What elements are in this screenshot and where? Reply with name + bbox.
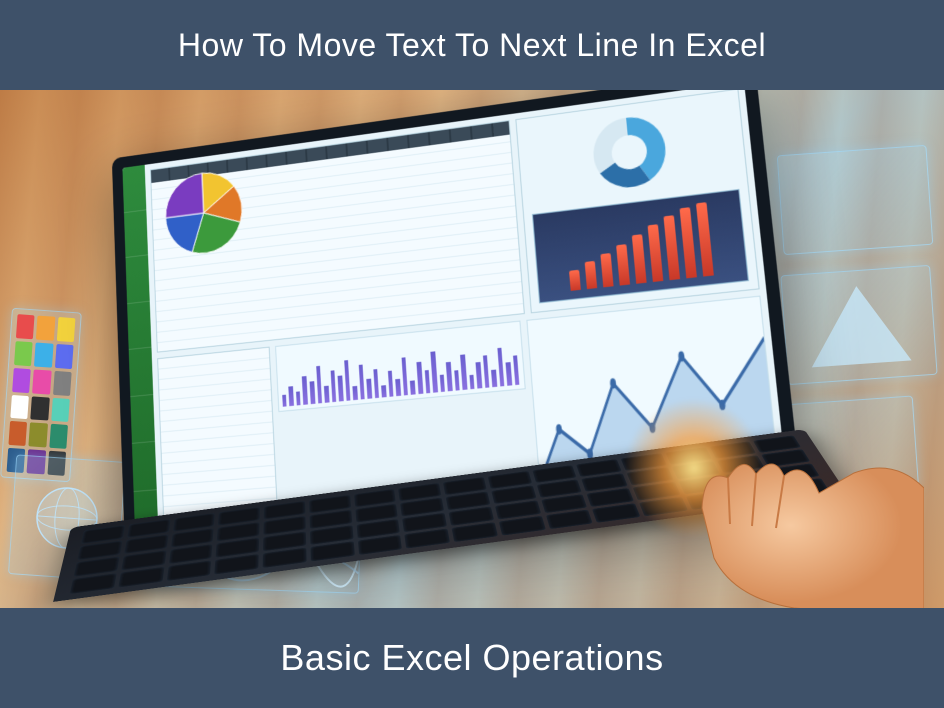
hero-illustration	[0, 90, 944, 608]
footer-bar: Basic Excel Operations	[0, 608, 944, 708]
chart-panel-right	[515, 90, 759, 313]
title-bar: How To Move Text To Next Line In Excel	[0, 0, 944, 90]
footer-title: Basic Excel Operations	[280, 637, 663, 679]
pie-chart	[160, 163, 249, 263]
spreadsheet-grid-top	[150, 120, 525, 353]
holo-panel-grid	[777, 145, 934, 255]
donut-chart	[525, 99, 738, 205]
holo-panel-triangle	[780, 265, 937, 385]
page-title: How To Move Text To Next Line In Excel	[178, 27, 766, 64]
bar-chart-red	[532, 189, 749, 303]
